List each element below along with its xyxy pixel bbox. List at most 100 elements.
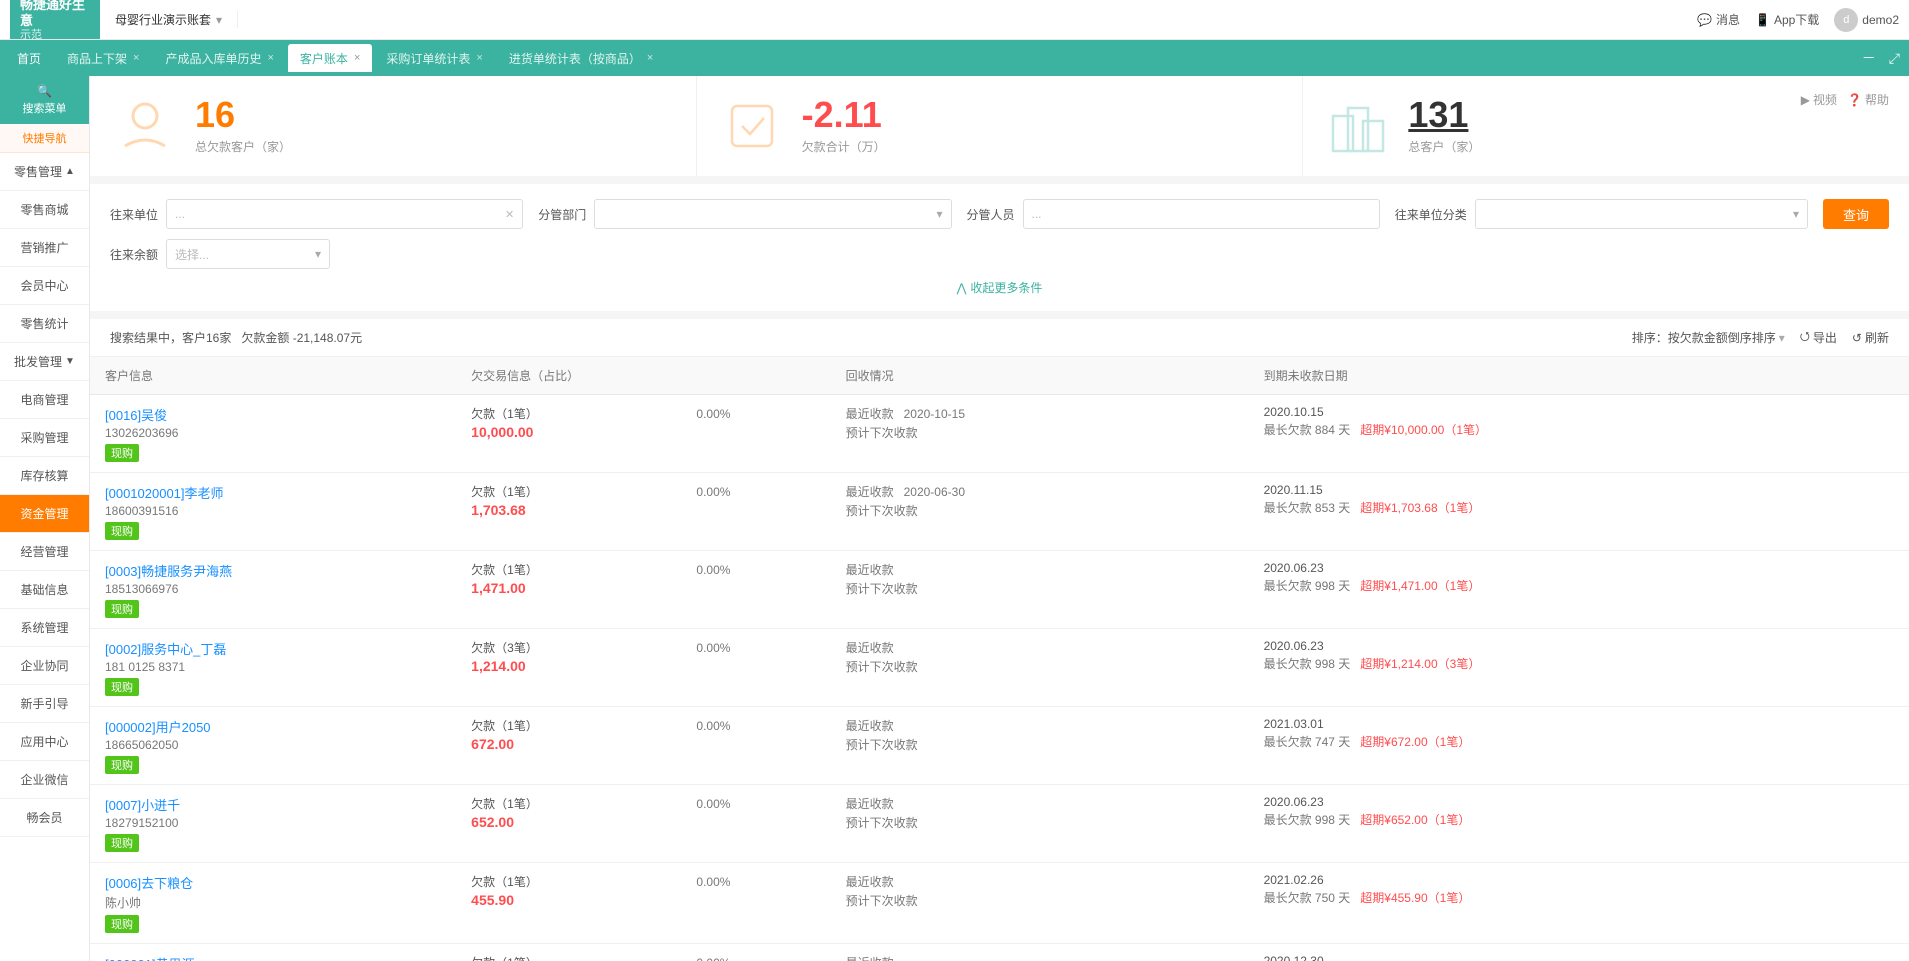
dept-chevron-icon: ▾	[936, 207, 942, 221]
tab-goods-stats[interactable]: 进货单统计表（按商品） ×	[497, 44, 665, 72]
app-download-btn[interactable]: 📱 App下载	[1755, 11, 1819, 28]
sidebar-quick-nav[interactable]: 快捷导航	[0, 124, 89, 153]
nav-minimize-btn[interactable]: －	[1858, 46, 1880, 70]
sidebar-item-system[interactable]: 系统管理	[0, 609, 89, 647]
refresh-btn[interactable]: ↺ 刷新	[1852, 329, 1889, 346]
tab-product-listing-close[interactable]: ×	[133, 52, 139, 64]
export-btn[interactable]: ⭯ 导出	[1800, 327, 1837, 348]
last-collection: 最近收款 2020-06-30	[846, 483, 1164, 500]
customer-name-link[interactable]: [0002]服务中心_丁磊	[105, 639, 441, 658]
sidebar-item-inventory[interactable]: 库存核算	[0, 457, 89, 495]
customer-name-link[interactable]: [0006]去下粮仓	[105, 873, 441, 892]
filter-area: 往来单位 ... ✕ 分管部门 ▾ 分管人员 ...	[90, 184, 1909, 311]
sidebar-item-wholesale-mgmt[interactable]: 批发管理 ▼	[0, 343, 89, 381]
overdue-link[interactable]: 超期¥10,000.00（1笔）	[1360, 423, 1487, 437]
tab-production-history[interactable]: 产成品入库单历史 ×	[153, 44, 285, 72]
mobile-icon: 📱	[1755, 13, 1770, 27]
sidebar-item-finance[interactable]: 资金管理	[0, 495, 89, 533]
debt-customers-icon	[115, 96, 175, 156]
search-button[interactable]: 查询	[1823, 199, 1889, 229]
sidebar-search[interactable]: 🔍 搜索菜单	[0, 76, 89, 124]
debt-amount: 652.00	[471, 814, 666, 830]
message-icon: 💬	[1697, 13, 1712, 27]
sidebar-nav: 零售管理 ▲ 零售商城 营销推广 会员中心 零售统计 批发管理 ▼ 电商管理 采…	[0, 153, 89, 961]
customer-name-link[interactable]: [0001020001]李老师	[105, 483, 441, 502]
overdue-link[interactable]: 超期¥1,214.00（3笔）	[1360, 657, 1480, 671]
debt-count: 欠款（1笔）	[471, 873, 666, 890]
tab-product-listing[interactable]: 商品上下架 ×	[55, 44, 151, 72]
collection-cell: 最近收款 预计下次收款	[831, 785, 1179, 863]
overdue-info: 最长欠款 998 天 超期¥1,214.00（3笔）	[1264, 655, 1824, 672]
next-collection: 预计下次收款	[846, 658, 1164, 675]
sidebar-item-enterprise-collab[interactable]: 企业协同	[0, 647, 89, 685]
last-collection: 最近收款	[846, 954, 1164, 961]
customer-name-link[interactable]: [000002]用户2050	[105, 717, 441, 736]
sidebar-item-retail-stats[interactable]: 零售统计	[0, 305, 89, 343]
sidebar-item-app-center[interactable]: 应用中心	[0, 723, 89, 761]
message-btn[interactable]: 💬 消息	[1697, 11, 1740, 28]
tab-purchase-order[interactable]: 采购订单统计表 ×	[374, 44, 494, 72]
nav-maximize-btn[interactable]: ⤢	[1885, 48, 1904, 69]
store-name: 母婴行业演示账套	[115, 11, 211, 28]
customer-name-link[interactable]: [0016]吴俊	[105, 405, 441, 424]
help-video-btn[interactable]: ▶ 视频	[1801, 91, 1837, 108]
collection-cell: 最近收款 预计下次收款	[831, 863, 1179, 944]
filter-unit-class: 往来单位分类 ▾	[1395, 199, 1808, 229]
sidebar-item-guide[interactable]: 新手引导	[0, 685, 89, 723]
sidebar-item-wechat[interactable]: 企业微信	[0, 761, 89, 799]
debt-percent: 0.00%	[696, 641, 815, 655]
sidebar-item-ecommerce[interactable]: 电商管理	[0, 381, 89, 419]
tab-goods-stats-close[interactable]: ×	[647, 52, 653, 64]
tab-home[interactable]: 首页	[5, 44, 53, 72]
dept-select[interactable]: ▾	[594, 199, 951, 229]
sort-selector[interactable]: 排序：按欠款金额倒序排序 ▾	[1632, 329, 1785, 346]
overdue-link[interactable]: 超期¥1,703.68（1笔）	[1360, 501, 1480, 515]
unit-class-select[interactable]: ▾	[1475, 199, 1808, 229]
sidebar-item-retail-mgmt[interactable]: 零售管理 ▲	[0, 153, 89, 191]
debt-percent-cell: 0.00%	[681, 629, 830, 707]
filter-manager: 分管人员 ...	[967, 199, 1380, 229]
sidebar-item-basic-info[interactable]: 基础信息	[0, 571, 89, 609]
customer-name-link[interactable]: [000001]黄思源	[105, 954, 441, 961]
tab-home-label: 首页	[17, 50, 41, 67]
customer-name-link[interactable]: [0003]畅捷服务尹海燕	[105, 561, 441, 580]
debt-percent-cell: 0.00%	[681, 473, 830, 551]
sidebar-item-marketing[interactable]: 营销推广	[0, 229, 89, 267]
overdue-link[interactable]: 超期¥652.00（1笔）	[1360, 813, 1470, 827]
customer-phone: 181 0125 8371	[105, 660, 441, 674]
overdue-link[interactable]: 超期¥672.00（1笔）	[1360, 735, 1470, 749]
debt-percent-cell: 0.00%	[681, 395, 830, 473]
manager-input[interactable]: ...	[1023, 199, 1380, 229]
collection-cell: 最近收款 2020-06-30 预计下次收款	[831, 473, 1179, 551]
user-menu[interactable]: d demo2	[1834, 8, 1899, 32]
tab-purchase-order-close[interactable]: ×	[476, 52, 482, 64]
message-label: 消息	[1716, 11, 1740, 28]
next-collection: 预计下次收款	[846, 892, 1164, 909]
overdue-link[interactable]: 超期¥455.90（1笔）	[1360, 891, 1470, 905]
collapse-filter-btn[interactable]: ⋀ 收起更多条件	[957, 279, 1043, 296]
customer-tag: 现购	[105, 678, 139, 696]
sidebar-item-purchase[interactable]: 采购管理	[0, 419, 89, 457]
help-icon: ❓	[1847, 93, 1862, 107]
balance-select[interactable]: 选择... ▾	[166, 239, 330, 269]
chevron-down-icon: ▼	[65, 356, 75, 367]
sidebar-item-operations[interactable]: 经营管理	[0, 533, 89, 571]
result-summary: 搜索结果中，客户16家 欠款金额 -21,148.07元	[110, 329, 362, 346]
tab-customer-account[interactable]: 客户账本 ×	[288, 44, 372, 72]
help-doc-btn[interactable]: ❓ 帮助	[1847, 91, 1889, 108]
sidebar-item-member-vip[interactable]: 畅会员	[0, 799, 89, 837]
collapse-icon: ⋀	[957, 281, 967, 295]
debt-percent-cell: 0.00%	[681, 863, 830, 944]
source-unit-input[interactable]: ... ✕	[166, 199, 523, 229]
export-icon: ⭯	[1800, 327, 1810, 348]
tab-production-history-close[interactable]: ×	[267, 52, 273, 64]
tab-customer-account-close[interactable]: ×	[354, 52, 360, 64]
sidebar-item-member[interactable]: 会员中心	[0, 267, 89, 305]
overdue-link[interactable]: 超期¥1,471.00（1笔）	[1360, 579, 1480, 593]
debt-total-icon	[722, 96, 782, 156]
customer-name-link[interactable]: [0007]小迸千	[105, 795, 441, 814]
balance-chevron-icon: ▾	[315, 247, 321, 261]
store-selector[interactable]: 母婴行业演示账套 ▾	[100, 11, 238, 28]
next-collection: 预计下次收款	[846, 424, 1164, 441]
sidebar-item-retail-mall[interactable]: 零售商城	[0, 191, 89, 229]
